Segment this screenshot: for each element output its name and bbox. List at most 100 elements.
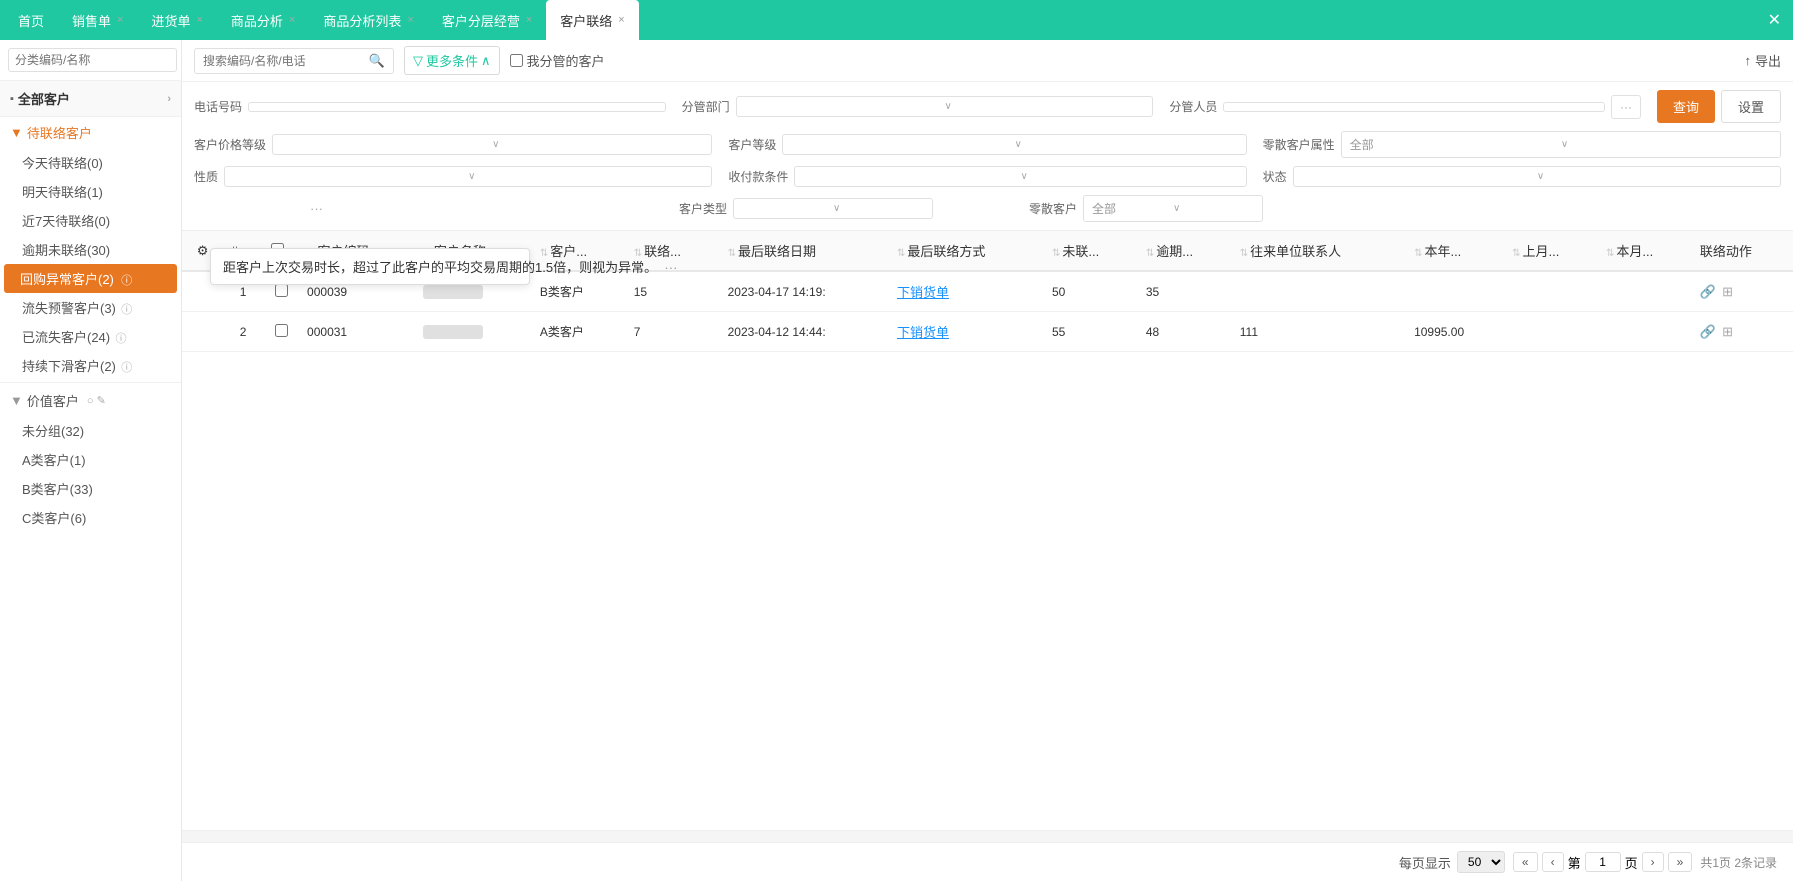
scroll-inner	[182, 831, 1793, 832]
manager-input[interactable]	[1223, 102, 1605, 112]
filter-icon: ▽	[413, 53, 423, 69]
sidebar-item-class-c[interactable]: C类客户(6)	[0, 503, 181, 532]
dept-select[interactable]: ∨	[736, 96, 1154, 117]
search-input[interactable]	[203, 54, 365, 68]
first-page-button[interactable]: «	[1513, 852, 1538, 872]
row-this-year: 10995.00	[1406, 312, 1504, 352]
chevron-down-icon: ∨	[1015, 139, 1238, 150]
export-button[interactable]: ↑ 导出	[1744, 51, 1781, 70]
sidebar-item-7days-pending[interactable]: 近7天待联络(0)	[0, 206, 181, 235]
query-button[interactable]: 查询	[1657, 90, 1715, 123]
page-input[interactable]	[1585, 852, 1621, 872]
chevron-down-icon: ∨	[945, 101, 1145, 112]
sidebar-item-repurchase-anomaly[interactable]: 回购异常客户(2) ⓘ	[4, 264, 177, 293]
close-icon[interactable]: ×	[117, 14, 123, 26]
action-icons: 🔗 ⊞	[1700, 284, 1785, 300]
customer-name-blurred	[423, 285, 483, 299]
phone-input[interactable]	[248, 102, 666, 112]
close-icon[interactable]: ×	[526, 14, 532, 26]
horizontal-scrollbar[interactable]	[182, 830, 1793, 842]
filter-row-2: 客户价格等级 ∨ 客户等级 ∨ 零散客户属性 全部	[194, 131, 1781, 158]
row-category: A类客户	[532, 312, 626, 352]
customer-type-field: 客户类型 ∨	[679, 198, 933, 219]
close-icon[interactable]: ×	[289, 14, 295, 26]
qrcode-action-icon[interactable]: ⊞	[1722, 284, 1733, 300]
per-page-select[interactable]: 50	[1457, 851, 1505, 873]
row-actions: 🔗 ⊞	[1692, 312, 1793, 352]
more-dots-button[interactable]: ···	[310, 201, 323, 216]
content-area: 🔍 ▽ 更多条件 ∧ 我分管的客户 ↑ 导出 电话号码	[182, 40, 1793, 881]
contact-method-link[interactable]: 下销货单	[897, 285, 949, 300]
row-check[interactable]	[263, 312, 299, 352]
sidebar-pending-group[interactable]: ▼ 待联络客户	[0, 117, 181, 148]
phone-field: 电话号码	[194, 98, 666, 115]
row-past-contacts	[1232, 271, 1406, 312]
sidebar: 🔍 ▪ 全部客户 › ▼ 待联络客户 今天待联络(0) 明天待联络(1) 近7天…	[0, 40, 182, 881]
window-close-icon[interactable]: ✕	[1768, 10, 1781, 30]
link-action-icon[interactable]: 🔗	[1700, 324, 1716, 340]
gear-icon[interactable]: ⚙	[197, 243, 209, 258]
link-action-icon[interactable]: 🔗	[1700, 284, 1716, 300]
sidebar-item-ungrouped[interactable]: 未分组(32)	[0, 416, 181, 445]
row-overdue: 35	[1138, 271, 1232, 312]
nav-customer-contact[interactable]: 客户联络 ×	[546, 0, 638, 40]
sidebar-item-today-pending[interactable]: 今天待联络(0)	[0, 148, 181, 177]
qrcode-action-icon[interactable]: ⊞	[1722, 324, 1733, 340]
filter-bar: 🔍 ▽ 更多条件 ∧ 我分管的客户 ↑ 导出	[182, 40, 1793, 82]
action-icons: 🔗 ⊞	[1700, 324, 1785, 340]
nav-home[interactable]: 首页	[10, 0, 58, 40]
nav-sales[interactable]: 销售单 ×	[58, 0, 137, 40]
search-icon[interactable]: 🔍	[369, 53, 385, 69]
contact-method-link[interactable]: 下销货单	[897, 325, 949, 340]
customer-grade-select[interactable]: ∨	[782, 134, 1246, 155]
info-icon: ⓘ	[121, 275, 132, 287]
sidebar-item-loss-warning[interactable]: 流失预警客户(3) ⓘ	[0, 293, 181, 322]
col-overdue: 逾期...	[1138, 231, 1232, 271]
status-select[interactable]: ∨	[1293, 166, 1781, 187]
status-field: 状态 ∨	[1263, 166, 1781, 187]
nav-customer-segments[interactable]: 客户分层经营 ×	[428, 0, 546, 40]
my-customers-filter: 我分管的客户	[510, 51, 605, 70]
gender-field: 性质 ∨	[194, 166, 712, 187]
price-grade-select[interactable]: ∨	[272, 134, 712, 155]
sidebar-search-input[interactable]	[8, 48, 177, 72]
retail-customer-select[interactable]: 全部 ∨	[1083, 195, 1263, 222]
nav-analysis-list[interactable]: 商品分析列表 ×	[309, 0, 427, 40]
customer-type-select[interactable]: ∨	[733, 198, 933, 219]
sidebar-item-class-a[interactable]: A类客户(1)	[0, 445, 181, 474]
gender-select[interactable]: ∨	[224, 166, 712, 187]
row-past-contacts: 111	[1232, 312, 1406, 352]
tooltip-box: 距客户上次交易时长，超过了此客户的平均交易周期的1.5倍，则视为异常。 ···	[210, 248, 530, 285]
my-customers-checkbox[interactable]	[510, 54, 523, 67]
row-overdue: 48	[1138, 312, 1232, 352]
customer-name-blurred	[423, 325, 483, 339]
chevron-down-icon: ∨	[1173, 203, 1254, 214]
table-area: ⚙ # 客户编码 客户名称 客户... 联络... 最后联络日期 最后联络方式 …	[182, 231, 1793, 830]
retail-attr-select[interactable]: 全部 ∨	[1341, 131, 1781, 158]
sidebar-item-overdue-pending[interactable]: 逾期未联络(30)	[0, 235, 181, 264]
close-icon[interactable]: ×	[196, 14, 202, 26]
sidebar-value-group[interactable]: ▼ 价值客户 ○ ✎	[0, 385, 181, 416]
prev-page-button[interactable]: ‹	[1542, 852, 1564, 872]
nav-purchase[interactable]: 进货单 ×	[137, 0, 216, 40]
close-icon[interactable]: ×	[407, 14, 413, 26]
arrow-icon: ▼	[10, 125, 23, 140]
setting-button[interactable]: 设置	[1721, 90, 1781, 123]
next-page-button[interactable]: ›	[1642, 852, 1664, 872]
last-page-button[interactable]: »	[1668, 852, 1693, 872]
sidebar-all-customers-header[interactable]: ▪ 全部客户 ›	[0, 81, 181, 117]
more-conditions-button[interactable]: ▽ 更多条件 ∧	[404, 46, 500, 75]
sidebar-item-declining-customers[interactable]: 持续下滑客户(2) ⓘ	[0, 351, 181, 380]
expand-btn[interactable]: ›	[167, 93, 171, 105]
sidebar-item-lost-customers[interactable]: 已流失客户(24) ⓘ	[0, 322, 181, 351]
close-icon[interactable]: ×	[618, 14, 624, 26]
info-icon: ⓘ	[115, 333, 126, 345]
nav-analysis[interactable]: 商品分析 ×	[217, 0, 309, 40]
row-checkbox[interactable]	[275, 324, 288, 337]
sidebar-item-class-b[interactable]: B类客户(33)	[0, 474, 181, 503]
row-checkbox[interactable]	[275, 284, 288, 297]
edit-icons[interactable]: ○ ✎	[87, 394, 106, 407]
sidebar-item-tomorrow-pending[interactable]: 明天待联络(1)	[0, 177, 181, 206]
manager-dots-button[interactable]: ···	[1611, 95, 1641, 119]
payment-select[interactable]: ∨	[794, 166, 1246, 187]
